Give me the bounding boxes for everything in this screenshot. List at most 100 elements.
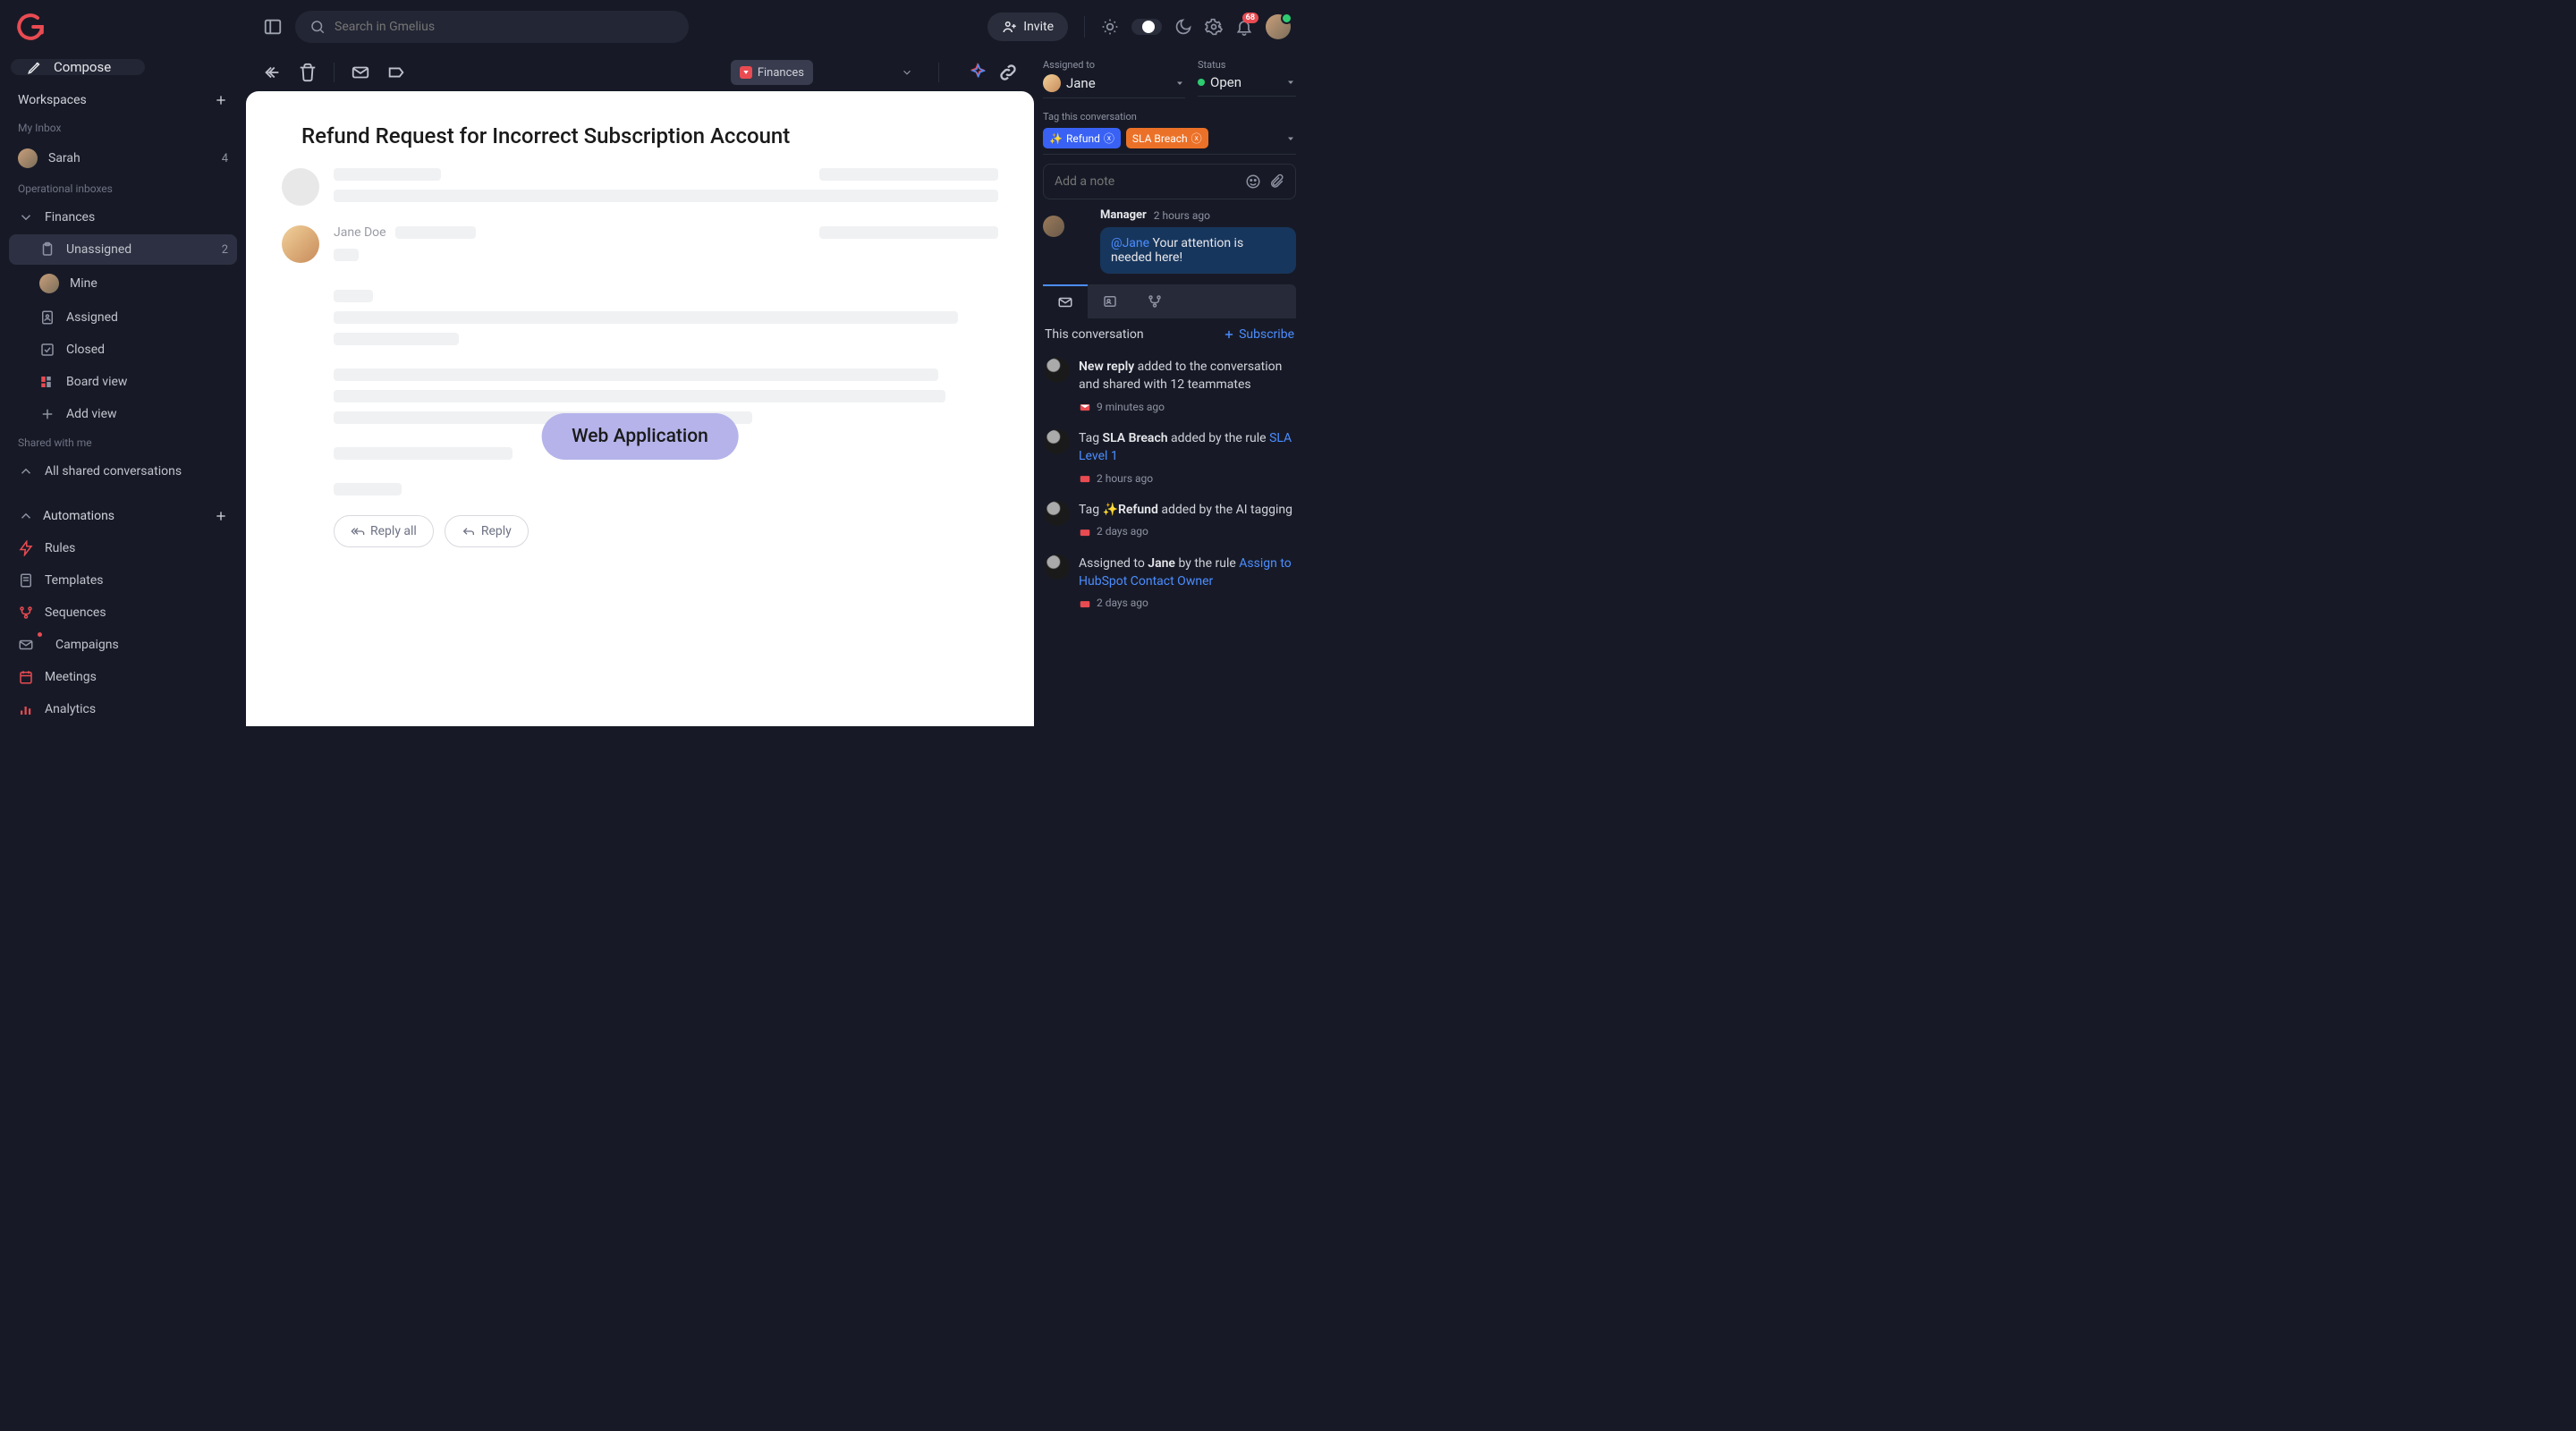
calendar-icon: [18, 669, 34, 685]
sidebar-item-sarah[interactable]: Sarah 4: [9, 141, 237, 175]
theme-toggle[interactable]: [1131, 19, 1162, 35]
avatar: [282, 168, 319, 206]
notifications-button[interactable]: 68: [1235, 18, 1253, 36]
search-input-wrap[interactable]: [295, 11, 689, 43]
sidebar-item-analytics[interactable]: Analytics: [9, 694, 237, 724]
sidebar-item-templates[interactable]: Templates: [9, 565, 237, 596]
note-input-wrap[interactable]: [1043, 164, 1296, 199]
remove-tag-icon[interactable]: ⓧ: [1104, 131, 1114, 146]
subscribe-button[interactable]: Subscribe: [1223, 327, 1294, 342]
tag-label: Tag this conversation: [1043, 111, 1296, 123]
assigned-to-field[interactable]: Assigned to Jane: [1043, 59, 1185, 98]
sender-name: Jane Doe: [334, 225, 386, 240]
sidebar-item-sequences[interactable]: Sequences: [9, 597, 237, 628]
avatar: [18, 148, 38, 168]
workspaces-header[interactable]: Workspaces: [9, 86, 237, 114]
activity-item: Tag SLA Breach added by the rule SLA Lev…: [1043, 422, 1296, 494]
compose-label: Compose: [54, 59, 111, 75]
operational-label: Operational inboxes: [9, 177, 237, 200]
note-input[interactable]: [1055, 174, 1238, 189]
automations-header[interactable]: Automations: [9, 501, 237, 531]
note-bubble: @Jane Your attention is needed here!: [1100, 227, 1296, 274]
sidebar-item-addview[interactable]: Add view: [9, 399, 237, 429]
plus-icon[interactable]: [214, 93, 228, 107]
sidebar-item-assigned[interactable]: Assigned: [9, 302, 237, 333]
sidebar-item-board[interactable]: Board view: [9, 367, 237, 397]
mail-icon[interactable]: [351, 63, 370, 82]
web-app-badge: Web Application: [541, 413, 739, 460]
label-icon[interactable]: [386, 63, 406, 82]
link-icon[interactable]: [998, 63, 1018, 82]
back-icon[interactable]: [262, 63, 282, 82]
mail-icon: [1057, 294, 1073, 310]
moon-icon: [1174, 18, 1192, 36]
emoji-icon[interactable]: [1245, 174, 1261, 190]
search-input[interactable]: [335, 20, 674, 34]
reply-button[interactable]: Reply: [445, 515, 529, 547]
mention[interactable]: @Jane: [1111, 236, 1149, 250]
note-author: Manager: [1100, 208, 1147, 222]
board-icon: [39, 374, 55, 390]
tab-contact[interactable]: [1088, 284, 1132, 318]
reply-icon: [462, 524, 476, 538]
contact-icon: [1102, 293, 1118, 309]
avatar: [1043, 74, 1061, 92]
invite-button[interactable]: Invite: [987, 13, 1068, 41]
trash-icon[interactable]: [298, 63, 318, 82]
inbox-chip[interactable]: Finances: [731, 60, 813, 85]
sidebar-item-allshared[interactable]: All shared conversations: [9, 456, 237, 487]
branch-icon: [1147, 293, 1163, 309]
mail-icon: [18, 637, 34, 653]
sidebar-item-rules[interactable]: Rules: [9, 533, 237, 563]
search-icon: [309, 19, 326, 35]
ai-icon[interactable]: [968, 63, 987, 82]
chevron-down-icon: [18, 209, 34, 225]
sidebar-item-closed[interactable]: Closed: [9, 334, 237, 365]
reply-all-icon: [351, 524, 365, 538]
avatar: [1045, 501, 1070, 526]
plus-icon[interactable]: [214, 509, 228, 523]
avatar: [282, 225, 319, 263]
activity-header: This conversation: [1045, 327, 1144, 342]
avatar: [1045, 429, 1070, 454]
tag-sla[interactable]: SLA Breachⓧ: [1126, 128, 1208, 148]
inbox-badge-icon: [1079, 526, 1091, 538]
app-logo[interactable]: [16, 13, 45, 41]
compose-button[interactable]: Compose: [11, 59, 145, 75]
activity-item: Tag ✨Refund added by the AI tagging 2 da…: [1043, 494, 1296, 547]
bolt-icon: [18, 540, 34, 556]
tab-mail[interactable]: [1043, 284, 1088, 318]
status-field[interactable]: Status Open: [1198, 59, 1296, 98]
notification-count: 68: [1242, 13, 1258, 23]
sidebar-item-campaigns[interactable]: Campaigns: [9, 630, 237, 660]
chevron-down-icon: [1174, 78, 1185, 89]
avatar: [1045, 358, 1070, 383]
sidebar-item-unassigned[interactable]: Unassigned 2: [9, 234, 237, 265]
tag-field[interactable]: ✨Refundⓧ SLA Breachⓧ: [1043, 123, 1296, 155]
note-time: 2 hours ago: [1154, 209, 1210, 222]
sidebar-item-finances[interactable]: Finances: [9, 202, 237, 233]
chevron-up-icon: [18, 463, 34, 479]
sidebar-item-meetings[interactable]: Meetings: [9, 662, 237, 692]
chevron-down-icon: [1285, 133, 1296, 144]
remove-tag-icon[interactable]: ⓧ: [1191, 131, 1202, 146]
panel-toggle-icon[interactable]: [263, 17, 283, 37]
person-icon: [39, 309, 55, 326]
avatar: [1043, 216, 1064, 237]
chevron-up-icon: [18, 508, 34, 524]
shared-label: Shared with me: [9, 431, 237, 454]
sun-icon: [1101, 18, 1119, 36]
tag-refund[interactable]: ✨Refundⓧ: [1043, 128, 1121, 148]
plus-icon: [39, 406, 55, 422]
clipboard-icon: [39, 241, 55, 258]
chevron-down-icon[interactable]: [901, 66, 913, 79]
plus-icon: [1223, 328, 1235, 341]
inbox-color-icon: [740, 66, 752, 79]
sidebar-item-mine[interactable]: Mine: [9, 267, 237, 301]
user-avatar[interactable]: [1266, 14, 1291, 39]
reply-all-button[interactable]: Reply all: [334, 515, 434, 547]
attachment-icon[interactable]: [1268, 174, 1284, 190]
tab-integrations[interactable]: [1132, 284, 1177, 318]
message-row: [282, 168, 998, 206]
gear-icon[interactable]: [1205, 18, 1223, 36]
